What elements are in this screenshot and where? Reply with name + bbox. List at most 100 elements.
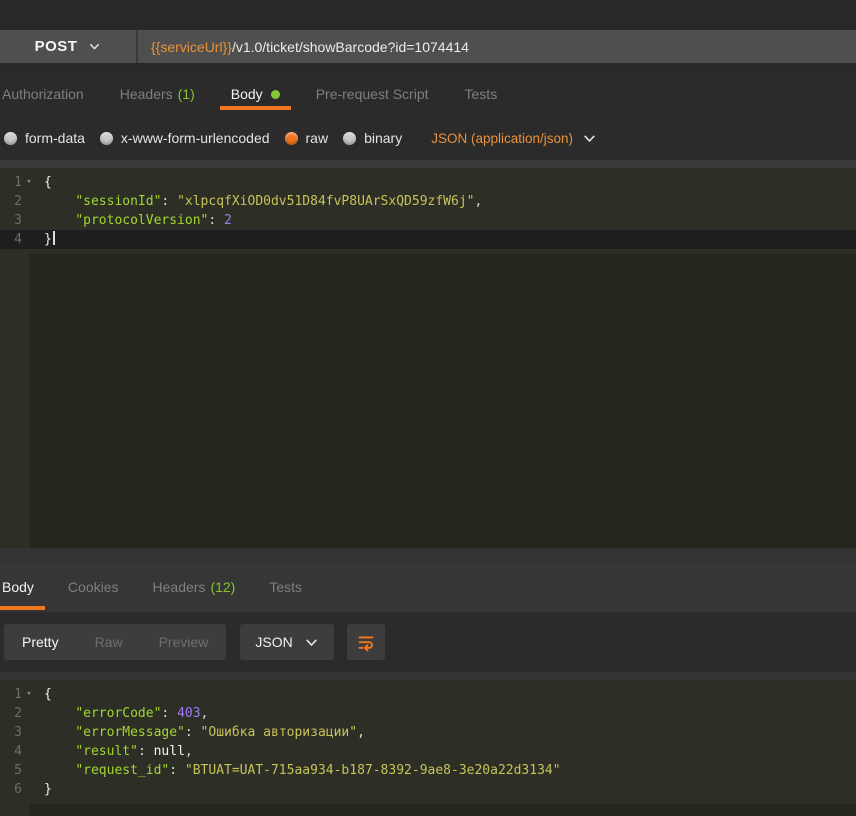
radio-x-www-form-urlencoded[interactable]: x-www-form-urlencoded xyxy=(99,130,270,146)
radio-form-data[interactable]: form-data xyxy=(4,130,85,146)
line-number: 5 xyxy=(14,763,22,778)
view-label: Pretty xyxy=(22,634,59,650)
request-code-lines[interactable]: 1 ▾ {2 "sessionId": "xlpcqfXiOD0dv51D84fvP… xyxy=(0,168,856,254)
code-line-2[interactable]: 2 "errorCode": 403, xyxy=(0,704,856,723)
radio-icon xyxy=(99,131,113,145)
editor-top-border xyxy=(0,160,856,168)
code-text: "result": null, xyxy=(75,744,193,759)
line-number: 2 xyxy=(14,194,22,209)
line-number: 4 xyxy=(14,232,22,247)
code-text: "errorCode": 403, xyxy=(75,706,209,721)
radio-binary[interactable]: binary xyxy=(343,130,402,146)
tab-tests[interactable]: Tests xyxy=(454,72,509,116)
url-input[interactable]: {{serviceUrl}}/v1.0/ticket/showBarcode?i… xyxy=(138,30,856,63)
format-label: JSON xyxy=(255,634,293,650)
response-tab-cookies[interactable]: Cookies xyxy=(57,562,130,612)
code-line-5[interactable]: 5 "request_id": "BTUAT=UAT-715aa934-b187… xyxy=(0,761,856,780)
postman-window: POST {{serviceUrl}}/v1.0/ticket/showBarc… xyxy=(0,0,856,816)
radio-label: x-www-form-urlencoded xyxy=(120,130,270,146)
tab-label: Tests xyxy=(464,86,498,102)
url-environment-variable: {{serviceUrl}} xyxy=(151,38,232,55)
code-line-1[interactable]: 1 ▾ { xyxy=(0,173,856,192)
radio-icon xyxy=(343,131,357,145)
tab-label: Authorization xyxy=(2,86,84,102)
code-text: { xyxy=(44,175,52,190)
code-text: "errorMessage": "Ошибка авторизации", xyxy=(75,725,365,740)
wrap-text-icon xyxy=(358,636,374,652)
tab-label: Cookies xyxy=(67,579,119,595)
headers-count-badge: (1) xyxy=(177,86,195,102)
response-tab-body[interactable]: Body xyxy=(0,562,45,612)
line-number: 3 xyxy=(14,725,22,740)
code-text: "request_id": "BTUAT=UAT-715aa934-b187-8… xyxy=(75,763,561,778)
tab-pre-request-script[interactable]: Pre-request Script xyxy=(305,72,440,116)
response-tab-headers[interactable]: Headers (12) xyxy=(142,562,247,612)
line-number: 1 xyxy=(14,175,22,190)
radio-label: form-data xyxy=(25,130,85,146)
code-line-3[interactable]: 3 "errorMessage": "Ошибка авторизации", xyxy=(0,723,856,742)
view-pretty-button[interactable]: Pretty xyxy=(4,624,77,660)
code-text: } xyxy=(44,782,52,797)
tab-headers[interactable]: Headers (1) xyxy=(109,72,206,116)
request-code-area[interactable]: 1 ▾ {2 "sessionId": "xlpcqfXiOD0dv51D84fvP… xyxy=(0,168,856,548)
code-text: "protocolVersion": 2 xyxy=(75,213,232,228)
tab-label: Headers xyxy=(119,86,173,102)
line-number: 4 xyxy=(14,744,22,759)
view-raw-button[interactable]: Raw xyxy=(77,624,141,660)
radio-raw[interactable]: raw xyxy=(284,130,329,146)
response-tab-tests[interactable]: Tests xyxy=(258,562,313,612)
view-preview-button[interactable]: Preview xyxy=(141,624,227,660)
top-spacer xyxy=(0,0,856,30)
radio-label: raw xyxy=(305,130,329,146)
content-type-label: JSON (application/json) xyxy=(431,130,574,146)
tab-body[interactable]: Body xyxy=(219,72,291,116)
code-text: } xyxy=(34,230,55,249)
response-format-dropdown[interactable]: JSON xyxy=(240,624,334,660)
line-number: 2 xyxy=(14,706,22,721)
http-method-label: POST xyxy=(34,38,78,55)
wrap-text-button[interactable] xyxy=(346,624,385,660)
view-mode-group: Pretty Raw Preview xyxy=(4,624,227,660)
editor-top-border xyxy=(0,672,856,680)
response-code-lines[interactable]: 1 ▾{2 "errorCode": 403, 3 "errorMessage": … xyxy=(0,680,856,804)
line-number: 6 xyxy=(14,782,22,797)
fold-arrow-icon[interactable]: ▾ xyxy=(22,173,34,192)
tab-authorization[interactable]: Authorization xyxy=(0,72,95,116)
code-line-4[interactable]: 4} xyxy=(0,230,856,249)
tab-label: Headers xyxy=(152,579,206,595)
request-body-editor[interactable]: 1 ▾ {2 "sessionId": "xlpcqfXiOD0dv51D84fvP… xyxy=(0,168,856,548)
response-body-editor[interactable]: 1 ▾{2 "errorCode": 403, 3 "errorMessage": … xyxy=(0,672,856,816)
text-cursor xyxy=(52,231,55,245)
fold-arrow-icon[interactable]: ▾ xyxy=(22,685,34,704)
code-line-6[interactable]: 6} xyxy=(0,780,856,799)
code-line-4[interactable]: 4 "result": null, xyxy=(0,742,856,761)
content-type-dropdown[interactable]: JSON (application/json) xyxy=(431,131,597,146)
chevron-down-icon xyxy=(90,43,100,50)
chevron-down-icon xyxy=(306,639,317,646)
code-line-3[interactable]: 3 "protocolVersion": 2 xyxy=(0,211,856,230)
spacer xyxy=(0,63,856,72)
section-divider[interactable] xyxy=(0,548,856,562)
tab-label: Pre-request Script xyxy=(315,86,429,102)
request-url-bar: POST {{serviceUrl}}/v1.0/ticket/showBarc… xyxy=(0,30,856,63)
code-line-2[interactable]: 2 "sessionId": "xlpcqfXiOD0dv51D84fvP8UA… xyxy=(0,192,856,211)
headers-count-badge: (12) xyxy=(210,579,236,595)
response-code-area[interactable]: 1 ▾{2 "errorCode": 403, 3 "errorMessage": … xyxy=(0,680,856,816)
url-path: /v1.0/ticket/showBarcode?id=1074414 xyxy=(231,38,469,55)
response-view-toolbar: Pretty Raw Preview JSON xyxy=(0,612,856,672)
radio-icon xyxy=(4,131,17,145)
line-number: 1 xyxy=(14,687,22,702)
http-method-dropdown[interactable]: POST xyxy=(0,30,138,63)
chevron-down-icon xyxy=(584,135,595,142)
radio-selected-icon xyxy=(284,131,298,145)
tab-label: Body xyxy=(2,579,34,595)
code-text: { xyxy=(44,687,52,702)
code-line-1[interactable]: 1 ▾ { xyxy=(0,685,856,704)
